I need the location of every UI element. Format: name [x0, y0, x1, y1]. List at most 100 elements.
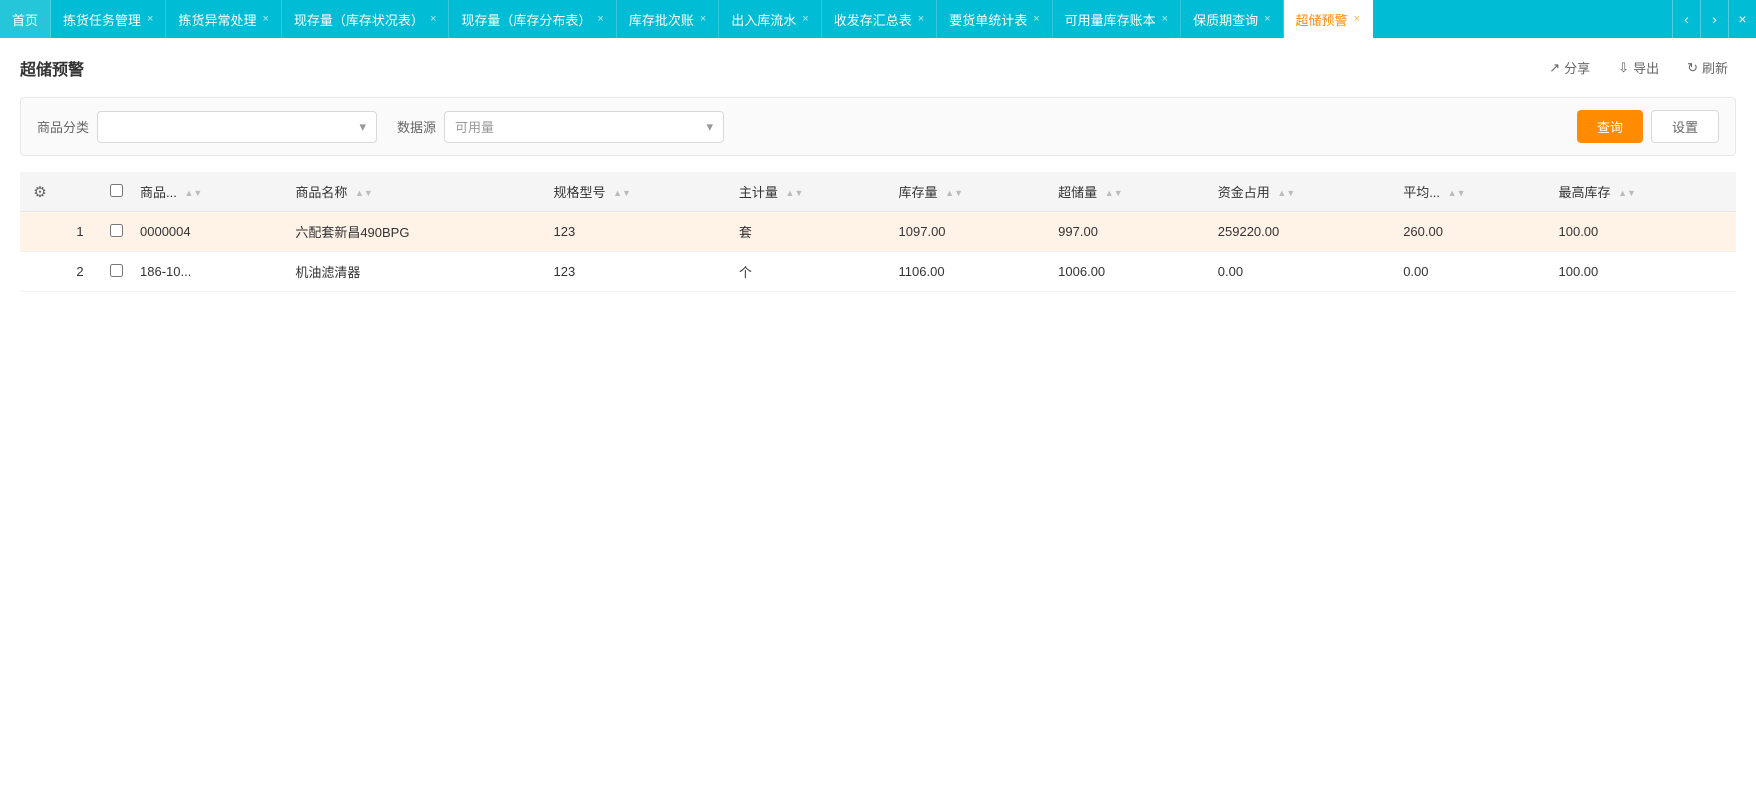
- nav-inout-flow-close[interactable]: ×: [802, 13, 808, 25]
- nav-exception-close[interactable]: ×: [262, 13, 268, 25]
- col-stock-label: 库存量: [899, 185, 938, 200]
- nav-overstock-label: 超储预警: [1296, 10, 1348, 29]
- nav-expiry[interactable]: 保质期查询 ×: [1181, 0, 1283, 38]
- row-max-stock: 100.00: [1551, 212, 1737, 252]
- refresh-button[interactable]: ↻ 刷新: [1679, 54, 1736, 81]
- row-product-code: 0000004: [132, 212, 287, 252]
- row-spec: 123: [546, 212, 731, 252]
- row-max-stock: 100.00: [1551, 252, 1737, 292]
- col-unit[interactable]: 主计量 ▲▼: [731, 172, 891, 212]
- nav-order-stats-close[interactable]: ×: [1033, 13, 1039, 25]
- avg-sort-icon: ▲▼: [1448, 189, 1466, 198]
- row-avg: 260.00: [1395, 212, 1550, 252]
- col-product-code[interactable]: 商品... ▲▼: [132, 172, 287, 212]
- gear-icon[interactable]: ⚙: [33, 184, 46, 201]
- unit-sort-icon: ▲▼: [786, 189, 804, 198]
- stock-sort-icon: ▲▼: [945, 189, 963, 198]
- row-checkbox[interactable]: [110, 264, 123, 277]
- row-unit: 个: [731, 252, 891, 292]
- export-icon: ⇩: [1618, 60, 1629, 76]
- nav-stock-dist[interactable]: 现存量（库存分布表） ×: [449, 0, 616, 38]
- datasource-select-arrow: ▾: [707, 119, 714, 135]
- row-unit: 套: [731, 212, 891, 252]
- category-select[interactable]: ▾: [97, 111, 377, 143]
- col-spec[interactable]: 规格型号 ▲▼: [546, 172, 731, 212]
- nav-home[interactable]: 首页: [0, 0, 51, 38]
- max-stock-sort-icon: ▲▼: [1618, 189, 1636, 198]
- page-title: 超储预警: [20, 56, 84, 80]
- datasource-filter: 数据源 可用量 ▾: [397, 111, 724, 143]
- page-header: 超储预警 ↗ 分享 ⇩ 导出 ↻ 刷新: [20, 54, 1736, 81]
- row-checkbox-cell: [100, 252, 132, 292]
- row-product-name: 机油滤清器: [287, 252, 545, 292]
- row-product-code: 186-10...: [132, 252, 287, 292]
- nav-close-all[interactable]: ×: [1728, 0, 1756, 38]
- col-unit-label: 主计量: [739, 185, 778, 200]
- nav-batch[interactable]: 库存批次账 ×: [617, 0, 719, 38]
- nav-expiry-close[interactable]: ×: [1264, 13, 1270, 25]
- product-name-sort-icon: ▲▼: [355, 189, 373, 198]
- col-capital[interactable]: 资金占用 ▲▼: [1210, 172, 1395, 212]
- row-gear: [20, 252, 60, 292]
- datasource-value: 可用量: [455, 117, 494, 136]
- nav-batch-close[interactable]: ×: [700, 13, 706, 25]
- nav-batch-label: 库存批次账: [629, 10, 694, 29]
- share-label: 分享: [1564, 58, 1590, 77]
- category-label: 商品分类: [37, 117, 89, 136]
- export-button[interactable]: ⇩ 导出: [1610, 54, 1667, 81]
- row-avg: 0.00: [1395, 252, 1550, 292]
- category-filter: 商品分类 ▾: [37, 111, 377, 143]
- nav-expiry-label: 保质期查询: [1193, 10, 1258, 29]
- col-max-stock[interactable]: 最高库存 ▲▼: [1551, 172, 1737, 212]
- row-gear: [20, 212, 60, 252]
- page-content: 超储预警 ↗ 分享 ⇩ 导出 ↻ 刷新 商品分类 ▾ 数据源: [0, 38, 1756, 800]
- page-actions: ↗ 分享 ⇩ 导出 ↻ 刷新: [1541, 54, 1736, 81]
- col-overstock-label: 超储量: [1058, 185, 1097, 200]
- nav-overstock[interactable]: 超储预警 ×: [1284, 0, 1373, 38]
- nav-exception[interactable]: 拣货异常处理 ×: [166, 0, 281, 38]
- col-avg[interactable]: 平均... ▲▼: [1395, 172, 1550, 212]
- nav-available-stock[interactable]: 可用量库存账本 ×: [1053, 0, 1181, 38]
- top-navigation: 首页 拣货任务管理 × 拣货异常处理 × 现存量（库存状况表） × 现存量（库存…: [0, 0, 1756, 38]
- nav-overstock-close[interactable]: ×: [1354, 13, 1360, 25]
- share-button[interactable]: ↗ 分享: [1541, 54, 1598, 81]
- row-spec: 123: [546, 252, 731, 292]
- row-stock: 1097.00: [891, 212, 1051, 252]
- query-button[interactable]: 查询: [1577, 110, 1643, 143]
- col-overstock[interactable]: 超储量 ▲▼: [1050, 172, 1210, 212]
- nav-arrows: ‹ › ×: [1672, 0, 1756, 38]
- nav-available-stock-label: 可用量库存账本: [1065, 10, 1156, 29]
- nav-next-arrow[interactable]: ›: [1700, 0, 1728, 38]
- col-checkbox: [100, 172, 132, 212]
- nav-task-mgmt[interactable]: 拣货任务管理 ×: [51, 0, 166, 38]
- product-code-sort-icon: ▲▼: [184, 189, 202, 198]
- row-checkbox[interactable]: [110, 224, 123, 237]
- col-product-name[interactable]: 商品名称 ▲▼: [287, 172, 545, 212]
- export-label: 导出: [1633, 58, 1659, 77]
- nav-task-mgmt-close[interactable]: ×: [147, 13, 153, 25]
- col-stock[interactable]: 库存量 ▲▼: [891, 172, 1051, 212]
- overstock-sort-icon: ▲▼: [1105, 189, 1123, 198]
- row-capital: 259220.00: [1210, 212, 1395, 252]
- nav-inout-flow[interactable]: 出入库流水 ×: [719, 0, 821, 38]
- nav-order-stats[interactable]: 要货单统计表 ×: [937, 0, 1052, 38]
- select-all-checkbox[interactable]: [110, 184, 123, 197]
- nav-summary-label: 收发存汇总表: [834, 10, 912, 29]
- nav-exception-label: 拣货异常处理: [178, 10, 256, 29]
- datasource-label: 数据源: [397, 117, 436, 136]
- nav-summary-close[interactable]: ×: [918, 13, 924, 25]
- datasource-select[interactable]: 可用量 ▾: [444, 111, 724, 143]
- nav-stock-status-close[interactable]: ×: [430, 13, 436, 25]
- nav-available-stock-close[interactable]: ×: [1162, 13, 1168, 25]
- col-max-stock-label: 最高库存: [1559, 185, 1611, 200]
- nav-prev-arrow[interactable]: ‹: [1672, 0, 1700, 38]
- row-checkbox-cell: [100, 212, 132, 252]
- col-index: [60, 172, 100, 212]
- row-overstock: 997.00: [1050, 212, 1210, 252]
- col-product-code-label: 商品...: [140, 185, 177, 200]
- nav-stock-dist-close[interactable]: ×: [597, 13, 603, 25]
- nav-stock-status-label: 现存量（库存状况表）: [294, 10, 424, 29]
- settings-button[interactable]: 设置: [1651, 110, 1719, 143]
- nav-stock-status[interactable]: 现存量（库存状况表） ×: [282, 0, 449, 38]
- nav-summary[interactable]: 收发存汇总表 ×: [822, 0, 937, 38]
